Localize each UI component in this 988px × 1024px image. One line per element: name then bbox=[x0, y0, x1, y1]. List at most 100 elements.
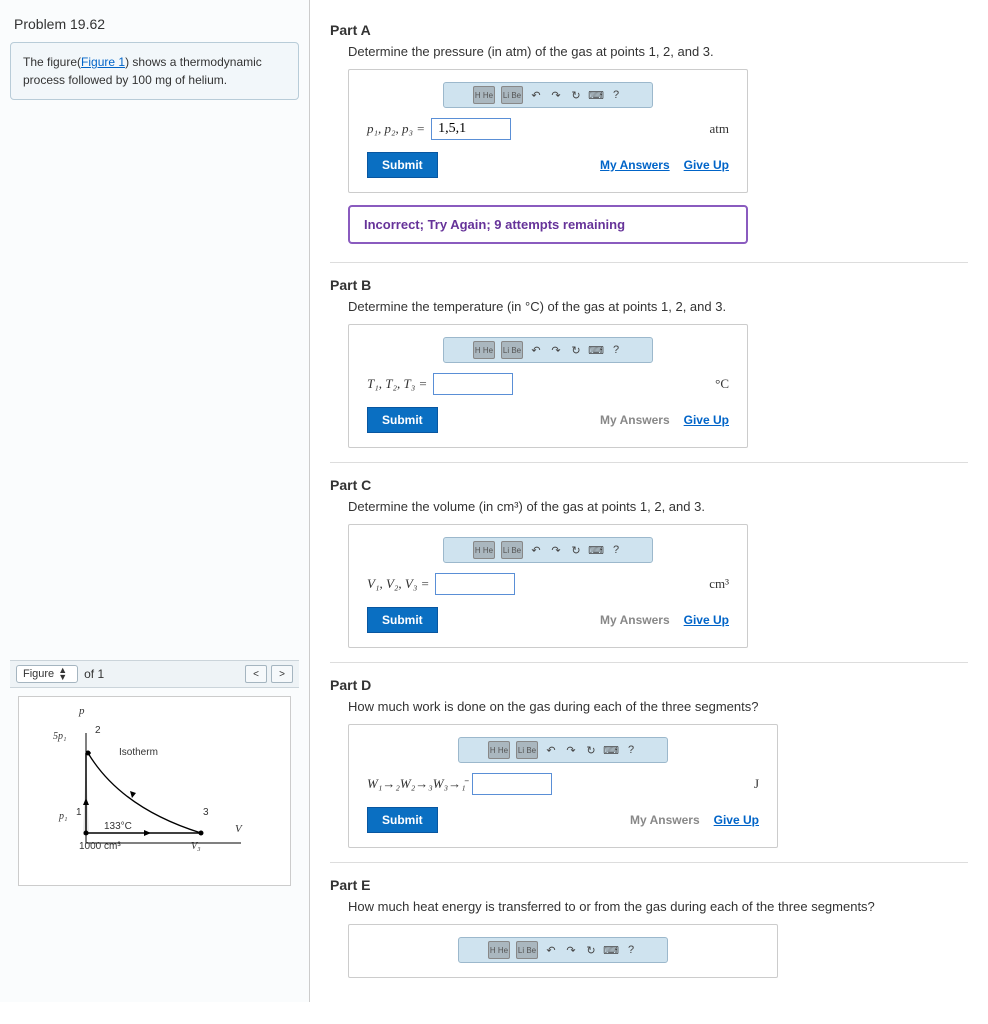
part-b-prompt: Determine the temperature (in °C) of the… bbox=[348, 299, 968, 314]
equation-toolbar: H He Li Be ↶ ↷ ↻ ⌨ ? bbox=[443, 82, 653, 108]
my-answers-link[interactable]: My Answers bbox=[600, 158, 670, 172]
isotherm-label: Isotherm bbox=[119, 747, 158, 758]
undo-icon[interactable]: ↶ bbox=[544, 943, 558, 957]
equation-toolbar: H He Li Be ↶ ↷ ↻ ⌨ ? bbox=[458, 937, 668, 963]
help-icon[interactable]: ? bbox=[609, 543, 623, 557]
part-a-feedback: Incorrect; Try Again; 9 attempts remaini… bbox=[348, 205, 748, 244]
my-answers-link[interactable]: My Answers bbox=[600, 413, 670, 427]
undo-icon[interactable]: ↶ bbox=[529, 88, 543, 102]
submit-button[interactable]: Submit bbox=[367, 607, 438, 633]
redo-icon[interactable]: ↷ bbox=[549, 343, 563, 357]
periodic-btn-1[interactable]: H He bbox=[488, 741, 510, 759]
help-icon[interactable]: ? bbox=[609, 88, 623, 102]
keyboard-icon[interactable]: ⌨ bbox=[589, 88, 603, 102]
x-left-tick: 1000 cm³ bbox=[79, 841, 121, 852]
periodic-btn-2[interactable]: Li Be bbox=[501, 341, 523, 359]
part-d-unit: J bbox=[754, 776, 759, 792]
redo-icon[interactable]: ↷ bbox=[564, 943, 578, 957]
part-d-answer-box: H He Li Be ↶ ↷ ↻ ⌨ ? W₁→₂W₂→₃W₃→₁̄ J Sub… bbox=[348, 724, 778, 848]
reset-icon[interactable]: ↻ bbox=[569, 543, 583, 557]
reset-icon[interactable]: ↻ bbox=[584, 743, 598, 757]
point-3: 3 bbox=[203, 807, 209, 818]
part-b-answer-box: H He Li Be ↶ ↷ ↻ ⌨ ? T₁, T₂, T₃ = °C Sub… bbox=[348, 324, 748, 448]
figure-link[interactable]: Figure 1 bbox=[81, 55, 125, 69]
figure-select[interactable]: Figure ▲▼ bbox=[16, 665, 78, 683]
keyboard-icon[interactable]: ⌨ bbox=[589, 543, 603, 557]
periodic-btn-2[interactable]: Li Be bbox=[516, 941, 538, 959]
desc-pre: The figure( bbox=[23, 55, 81, 69]
keyboard-icon[interactable]: ⌨ bbox=[604, 943, 618, 957]
figure-header: Figure ▲▼ of 1 < > bbox=[10, 660, 299, 688]
stepper-icon: ▲▼ bbox=[58, 667, 67, 681]
undo-icon[interactable]: ↶ bbox=[544, 743, 558, 757]
part-c-answer-box: H He Li Be ↶ ↷ ↻ ⌨ ? V₁, V₂, V₃ = cm³ Su… bbox=[348, 524, 748, 648]
give-up-link[interactable]: Give Up bbox=[684, 413, 729, 427]
left-sidebar: Problem 19.62 The figure(Figure 1) shows… bbox=[0, 0, 310, 1002]
give-up-link[interactable]: Give Up bbox=[714, 813, 759, 827]
help-icon[interactable]: ? bbox=[624, 943, 638, 957]
figure-prev-button[interactable]: < bbox=[245, 665, 267, 683]
figure-next-button[interactable]: > bbox=[271, 665, 293, 683]
give-up-link[interactable]: Give Up bbox=[684, 613, 729, 627]
part-c-input[interactable] bbox=[435, 573, 515, 595]
part-d-var: W₁→₂W₂→₃W₃→₁̄ bbox=[367, 776, 466, 792]
my-answers-link[interactable]: My Answers bbox=[630, 813, 700, 827]
p-axis-label: p bbox=[79, 705, 85, 717]
periodic-btn-1[interactable]: H He bbox=[488, 941, 510, 959]
problem-title: Problem 19.62 bbox=[10, 10, 299, 42]
part-a-var: p₁, p₂, p₃ = bbox=[367, 121, 425, 137]
part-c-prompt: Determine the volume (in cm³) of the gas… bbox=[348, 499, 968, 514]
figure-count: of 1 bbox=[84, 667, 104, 681]
periodic-btn-2[interactable]: Li Be bbox=[501, 541, 523, 559]
periodic-btn-2[interactable]: Li Be bbox=[501, 86, 523, 104]
part-a-prompt: Determine the pressure (in atm) of the g… bbox=[348, 44, 968, 59]
keyboard-icon[interactable]: ⌨ bbox=[604, 743, 618, 757]
reset-icon[interactable]: ↻ bbox=[584, 943, 598, 957]
part-b-title: Part B bbox=[330, 277, 968, 293]
part-a-unit: atm bbox=[710, 121, 730, 137]
part-b-var: T₁, T₂, T₃ = bbox=[367, 376, 427, 392]
periodic-btn-1[interactable]: H He bbox=[473, 341, 495, 359]
give-up-link[interactable]: Give Up bbox=[684, 158, 729, 172]
part-c-var: V₁, V₂, V₃ = bbox=[367, 576, 429, 592]
y-bot-tick: p₁ bbox=[59, 811, 67, 822]
undo-icon[interactable]: ↶ bbox=[529, 543, 543, 557]
submit-button[interactable]: Submit bbox=[367, 807, 438, 833]
main-content: Part A Determine the pressure (in atm) o… bbox=[310, 0, 988, 1002]
part-e-title: Part E bbox=[330, 877, 968, 893]
help-icon[interactable]: ? bbox=[624, 743, 638, 757]
reset-icon[interactable]: ↻ bbox=[569, 88, 583, 102]
reset-icon[interactable]: ↻ bbox=[569, 343, 583, 357]
keyboard-icon[interactable]: ⌨ bbox=[589, 343, 603, 357]
periodic-btn-1[interactable]: H He bbox=[473, 86, 495, 104]
figure-image: p 5p₁ p₁ 2 1 3 Isotherm 133°C 1000 cm³ V… bbox=[18, 696, 291, 886]
x-right-tick: V₃ bbox=[191, 841, 201, 852]
figure-select-label: Figure bbox=[23, 668, 54, 680]
my-answers-link[interactable]: My Answers bbox=[600, 613, 670, 627]
periodic-btn-1[interactable]: H He bbox=[473, 541, 495, 559]
part-e-answer-box: H He Li Be ↶ ↷ ↻ ⌨ ? bbox=[348, 924, 778, 978]
help-icon[interactable]: ? bbox=[609, 343, 623, 357]
point-1: 1 bbox=[76, 807, 82, 818]
part-a-input[interactable] bbox=[431, 118, 511, 140]
part-e-prompt: How much heat energy is transferred to o… bbox=[348, 899, 968, 914]
redo-icon[interactable]: ↷ bbox=[564, 743, 578, 757]
v-axis-label: V bbox=[235, 823, 242, 835]
undo-icon[interactable]: ↶ bbox=[529, 343, 543, 357]
redo-icon[interactable]: ↷ bbox=[549, 543, 563, 557]
periodic-btn-2[interactable]: Li Be bbox=[516, 741, 538, 759]
submit-button[interactable]: Submit bbox=[367, 407, 438, 433]
part-c-title: Part C bbox=[330, 477, 968, 493]
submit-button[interactable]: Submit bbox=[367, 152, 438, 178]
part-c-unit: cm³ bbox=[709, 576, 729, 592]
equation-toolbar: H He Li Be ↶ ↷ ↻ ⌨ ? bbox=[458, 737, 668, 763]
part-b-unit: °C bbox=[715, 376, 729, 392]
part-d-prompt: How much work is done on the gas during … bbox=[348, 699, 968, 714]
redo-icon[interactable]: ↷ bbox=[549, 88, 563, 102]
part-d-input[interactable] bbox=[472, 773, 552, 795]
equation-toolbar: H He Li Be ↶ ↷ ↻ ⌨ ? bbox=[443, 537, 653, 563]
part-a-title: Part A bbox=[330, 22, 968, 38]
problem-description: The figure(Figure 1) shows a thermodynam… bbox=[10, 42, 299, 100]
part-d-title: Part D bbox=[330, 677, 968, 693]
part-b-input[interactable] bbox=[433, 373, 513, 395]
